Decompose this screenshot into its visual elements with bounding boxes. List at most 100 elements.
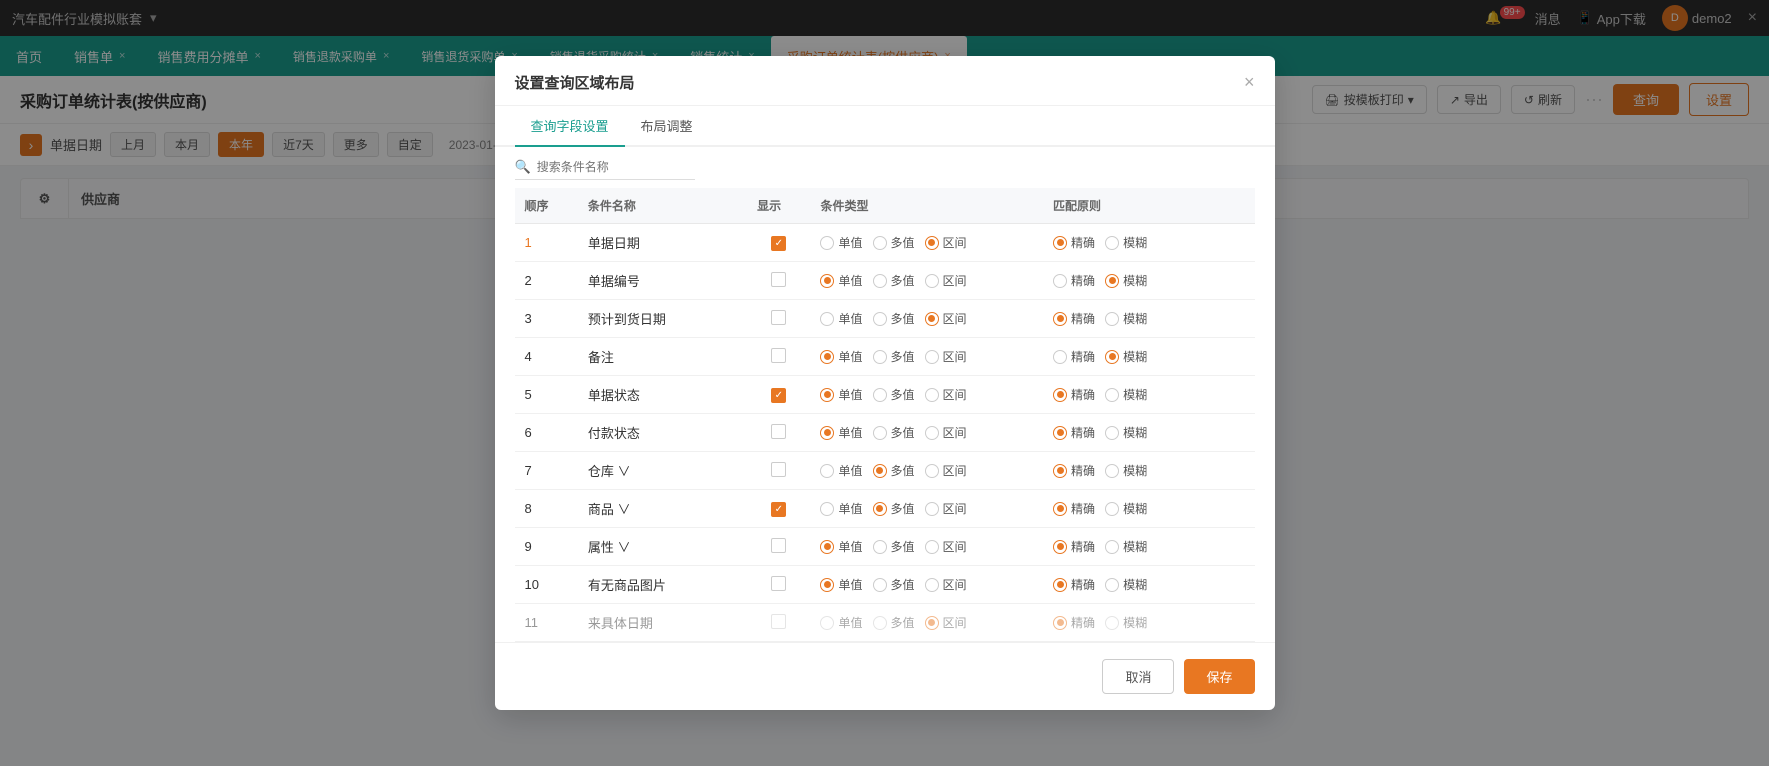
show-checkbox[interactable]	[771, 424, 786, 439]
radio-type-单值[interactable]: 单值	[820, 500, 862, 517]
cell-name: 有无商品图片	[578, 566, 747, 604]
radio-type-单值[interactable]: 单值	[820, 424, 862, 441]
cell-order: 4	[515, 338, 578, 376]
radio-type-区间[interactable]: 区间	[925, 576, 967, 593]
radio-type-区间[interactable]: 区间	[925, 310, 967, 327]
cell-type: 单值多值区间	[810, 528, 1043, 566]
cell-name: 来具体日期	[578, 604, 747, 642]
radio-match-精确[interactable]: 精确	[1053, 538, 1095, 555]
cell-name: 单据状态	[578, 376, 747, 414]
radio-match-模糊[interactable]: 模糊	[1105, 310, 1147, 327]
radio-match-精确[interactable]: 精确	[1053, 614, 1095, 631]
radio-type-多值[interactable]: 多值	[873, 424, 915, 441]
radio-type-单值[interactable]: 单值	[820, 234, 862, 251]
radio-type-区间[interactable]: 区间	[925, 614, 967, 631]
cell-name: 备注	[578, 338, 747, 376]
search-input[interactable]	[537, 160, 687, 174]
radio-type-多值[interactable]: 多值	[873, 310, 915, 327]
tab-layout-label: 布局调整	[641, 119, 693, 134]
show-checkbox[interactable]: ✓	[771, 502, 786, 517]
radio-match-模糊[interactable]: 模糊	[1105, 272, 1147, 289]
modal-dialog: 设置查询区域布局 × 查询字段设置 布局调整 🔍 顺序	[495, 56, 1275, 710]
radio-type-单值[interactable]: 单值	[820, 576, 862, 593]
radio-match-精确[interactable]: 精确	[1053, 576, 1095, 593]
modal-table-wrap: 顺序 条件名称 显示 条件类型 匹配原则 1单据日期✓单值多值区间精确模糊2单据…	[495, 188, 1275, 642]
cell-order: 3	[515, 300, 578, 338]
show-checkbox[interactable]	[771, 272, 786, 287]
radio-type-多值[interactable]: 多值	[873, 576, 915, 593]
cancel-btn[interactable]: 取消	[1102, 659, 1174, 694]
radio-match-模糊[interactable]: 模糊	[1105, 348, 1147, 365]
radio-type-区间[interactable]: 区间	[925, 538, 967, 555]
radio-match-精确[interactable]: 精确	[1053, 500, 1095, 517]
modal-header: 设置查询区域布局 ×	[495, 56, 1275, 106]
cell-match: 精确模糊	[1043, 224, 1254, 262]
save-btn[interactable]: 保存	[1184, 659, 1254, 694]
radio-type-单值[interactable]: 单值	[820, 386, 862, 403]
radio-match-模糊[interactable]: 模糊	[1105, 424, 1147, 441]
show-checkbox[interactable]	[771, 614, 786, 629]
th-name: 条件名称	[578, 188, 747, 224]
radio-match-模糊[interactable]: 模糊	[1105, 386, 1147, 403]
radio-type-单值[interactable]: 单值	[820, 348, 862, 365]
table-row: 4备注 单值多值区间 精确模糊	[515, 338, 1255, 376]
radio-match-模糊[interactable]: 模糊	[1105, 462, 1147, 479]
radio-type-区间[interactable]: 区间	[925, 272, 967, 289]
radio-match-模糊[interactable]: 模糊	[1105, 538, 1147, 555]
radio-type-区间[interactable]: 区间	[925, 386, 967, 403]
cell-show	[747, 414, 810, 452]
radio-type-单值[interactable]: 单值	[820, 614, 862, 631]
radio-type-区间[interactable]: 区间	[925, 234, 967, 251]
radio-match-模糊[interactable]: 模糊	[1105, 500, 1147, 517]
radio-match-精确[interactable]: 精确	[1053, 462, 1095, 479]
radio-type-多值[interactable]: 多值	[873, 614, 915, 631]
radio-type-区间[interactable]: 区间	[925, 424, 967, 441]
radio-type-单值[interactable]: 单值	[820, 310, 862, 327]
table-row: 3预计到货日期单值多值区间精确模糊	[515, 300, 1255, 338]
radio-type-多值[interactable]: 多值	[873, 348, 915, 365]
cell-order: 2	[515, 262, 578, 300]
radio-match-模糊[interactable]: 模糊	[1105, 614, 1147, 631]
cell-type: 单值多值区间	[810, 452, 1043, 490]
radio-type-区间[interactable]: 区间	[925, 348, 967, 365]
modal-close-btn[interactable]: ×	[1244, 72, 1255, 93]
cell-type: 单值多值区间	[810, 300, 1043, 338]
radio-match-精确[interactable]: 精确	[1053, 272, 1095, 289]
show-checkbox[interactable]	[771, 538, 786, 553]
radio-type-单值[interactable]: 单值	[820, 538, 862, 555]
radio-type-多值[interactable]: 多值	[873, 500, 915, 517]
tab-layout[interactable]: 布局调整	[625, 106, 709, 147]
show-checkbox[interactable]: ✓	[771, 236, 786, 251]
radio-type-区间[interactable]: 区间	[925, 500, 967, 517]
cell-order: 7	[515, 452, 578, 490]
radio-type-单值[interactable]: 单值	[820, 272, 862, 289]
modal-overlay[interactable]: 设置查询区域布局 × 查询字段设置 布局调整 🔍 顺序	[0, 0, 1769, 766]
th-type: 条件类型	[810, 188, 1043, 224]
radio-match-精确[interactable]: 精确	[1053, 234, 1095, 251]
radio-match-精确[interactable]: 精确	[1053, 424, 1095, 441]
radio-match-精确[interactable]: 精确	[1053, 348, 1095, 365]
cell-name: 付款状态	[578, 414, 747, 452]
radio-match-精确[interactable]: 精确	[1053, 310, 1095, 327]
cell-show: ✓	[747, 490, 810, 528]
radio-match-精确[interactable]: 精确	[1053, 386, 1095, 403]
radio-type-单值[interactable]: 单值	[820, 462, 862, 479]
radio-type-多值[interactable]: 多值	[873, 538, 915, 555]
show-checkbox[interactable]	[771, 348, 786, 363]
search-icon: 🔍	[515, 159, 531, 175]
cell-type: 单值多值区间	[810, 414, 1043, 452]
th-order: 顺序	[515, 188, 578, 224]
tab-query-fields[interactable]: 查询字段设置	[515, 106, 625, 147]
show-checkbox[interactable]	[771, 462, 786, 477]
radio-type-多值[interactable]: 多值	[873, 462, 915, 479]
show-checkbox[interactable]	[771, 310, 786, 325]
radio-type-多值[interactable]: 多值	[873, 234, 915, 251]
radio-match-模糊[interactable]: 模糊	[1105, 576, 1147, 593]
show-checkbox[interactable]	[771, 576, 786, 591]
radio-type-多值[interactable]: 多值	[873, 386, 915, 403]
cell-order: 5	[515, 376, 578, 414]
radio-type-区间[interactable]: 区间	[925, 462, 967, 479]
show-checkbox[interactable]: ✓	[771, 388, 786, 403]
radio-type-多值[interactable]: 多值	[873, 272, 915, 289]
radio-match-模糊[interactable]: 模糊	[1105, 234, 1147, 251]
